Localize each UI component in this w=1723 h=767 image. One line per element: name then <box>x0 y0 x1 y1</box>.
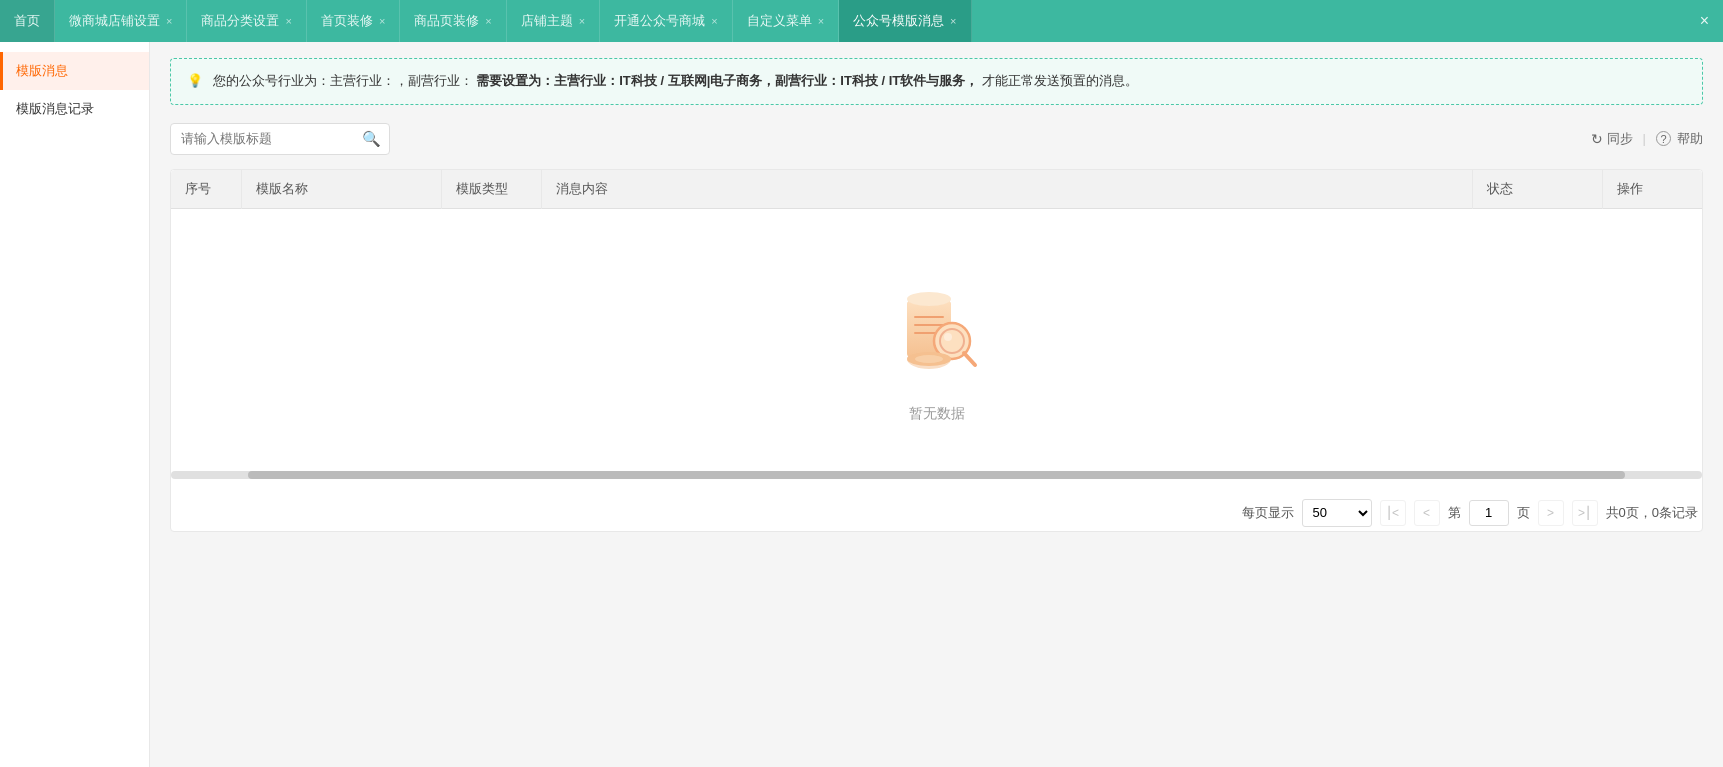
nav-tab-template-msg-label: 公众号模版消息 <box>853 12 944 30</box>
nav-tab-product-decoration-label: 商品页装修 <box>414 12 479 30</box>
empty-text: 暂无数据 <box>909 405 965 423</box>
col-header-type: 模版类型 <box>441 170 541 209</box>
help-button[interactable]: ? 帮助 <box>1656 130 1703 148</box>
page-input[interactable] <box>1469 500 1509 526</box>
toolbar-right: ↻ 同步 | ? 帮助 <box>1591 130 1703 148</box>
notice-highlight: 需要设置为：主营行业：IT科技 / 互联网|电子商务，副营行业：IT科技 / I… <box>476 73 978 88</box>
next-page-button[interactable]: > <box>1538 500 1564 526</box>
table-body: 暂无数据 <box>171 208 1702 463</box>
nav-tab-open-mall-label: 开通公众号商城 <box>614 12 705 30</box>
col-header-content: 消息内容 <box>541 170 1472 209</box>
help-icon: ? <box>1656 131 1671 146</box>
nav-tab-category-setting[interactable]: 商品分类设置 × <box>187 0 306 42</box>
page-label: 第 <box>1448 504 1461 522</box>
nav-tab-shop-setting[interactable]: 微商城店铺设置 × <box>55 0 187 42</box>
close-template-msg-icon[interactable]: × <box>950 15 956 27</box>
sidebar-item-template-msg[interactable]: 模版消息 <box>0 52 149 90</box>
main-layout: 模版消息 模版消息记录 💡 您的公众号行业为：主营行业：，副营行业： 需要设置为… <box>0 42 1723 767</box>
content-area: 💡 您的公众号行业为：主营行业：，副营行业： 需要设置为：主营行业：IT科技 /… <box>150 42 1723 767</box>
nav-tab-custom-menu-label: 自定义菜单 <box>747 12 812 30</box>
pagination: 每页显示 50 20 100 ⎮< < 第 页 > >⎮ 共0页，0条记录 <box>171 487 1702 531</box>
notice-box: 💡 您的公众号行业为：主营行业：，副营行业： 需要设置为：主营行业：IT科技 /… <box>170 58 1703 105</box>
search-icon: 🔍 <box>362 130 381 147</box>
nav-tab-shop-theme-label: 店铺主题 <box>521 12 573 30</box>
svg-point-10 <box>944 333 952 341</box>
close-all-button[interactable]: × <box>1686 12 1723 30</box>
toolbar-divider: | <box>1643 131 1646 146</box>
sidebar-item-template-msg-label: 模版消息 <box>16 63 68 78</box>
total-label: 共0页，0条记录 <box>1606 504 1698 522</box>
nav-tab-product-decoration[interactable]: 商品页装修 × <box>400 0 506 42</box>
svg-point-3 <box>907 292 951 306</box>
close-open-mall-icon[interactable]: × <box>711 15 717 27</box>
nav-tab-home[interactable]: 首页 <box>0 0 55 42</box>
per-page-select[interactable]: 50 20 100 <box>1302 499 1372 527</box>
sync-icon: ↻ <box>1591 131 1603 147</box>
col-header-action: 操作 <box>1602 170 1702 209</box>
data-table: 序号 模版名称 模版类型 消息内容 状态 <box>171 170 1702 463</box>
first-page-button[interactable]: ⎮< <box>1380 500 1406 526</box>
sidebar: 模版消息 模版消息记录 <box>0 42 150 767</box>
notice-bulb-icon: 💡 <box>187 73 203 88</box>
close-product-decoration-icon[interactable]: × <box>485 15 491 27</box>
nav-tab-category-setting-label: 商品分类设置 <box>201 12 279 30</box>
per-page-label: 每页显示 <box>1242 504 1294 522</box>
nav-tab-custom-menu[interactable]: 自定义菜单 × <box>733 0 839 42</box>
sync-label: 同步 <box>1607 130 1633 148</box>
notice-prefix: 您的公众号行业为：主营行业：，副营行业： <box>213 73 473 88</box>
close-shop-setting-icon[interactable]: × <box>166 15 172 27</box>
sidebar-item-template-msg-record-label: 模版消息记录 <box>16 101 94 116</box>
nav-tab-open-mall[interactable]: 开通公众号商城 × <box>600 0 732 42</box>
col-header-index: 序号 <box>171 170 241 209</box>
nav-tab-shop-setting-label: 微商城店铺设置 <box>69 12 160 30</box>
horizontal-scrollbar[interactable] <box>171 471 1702 479</box>
close-home-decoration-icon[interactable]: × <box>379 15 385 27</box>
sync-button[interactable]: ↻ 同步 <box>1591 130 1633 148</box>
nav-tab-home-decoration-label: 首页装修 <box>321 12 373 30</box>
col-header-status: 状态 <box>1472 170 1602 209</box>
table-wrapper: 序号 模版名称 模版类型 消息内容 状态 <box>170 169 1703 532</box>
empty-illustration <box>877 269 997 389</box>
nav-tab-home-decoration[interactable]: 首页装修 × <box>307 0 400 42</box>
help-label: 帮助 <box>1677 130 1703 148</box>
prev-page-button[interactable]: < <box>1414 500 1440 526</box>
svg-line-9 <box>964 353 975 365</box>
col-header-name: 模版名称 <box>241 170 441 209</box>
close-custom-menu-icon[interactable]: × <box>818 15 824 27</box>
search-bar: 🔍 ↻ 同步 | ? 帮助 <box>170 123 1703 155</box>
close-category-setting-icon[interactable]: × <box>285 15 291 27</box>
scrollbar-thumb[interactable] <box>248 471 1626 479</box>
svg-point-12 <box>915 355 943 363</box>
search-button[interactable]: 🔍 <box>362 130 381 148</box>
nav-tab-shop-theme[interactable]: 店铺主题 × <box>507 0 600 42</box>
sidebar-item-template-msg-record[interactable]: 模版消息记录 <box>0 90 149 128</box>
table-header: 序号 模版名称 模版类型 消息内容 状态 <box>171 170 1702 209</box>
empty-state: 暂无数据 <box>171 209 1702 463</box>
top-nav: 首页 微商城店铺设置 × 商品分类设置 × 首页装修 × 商品页装修 × 店铺主… <box>0 0 1723 42</box>
nav-tab-home-label: 首页 <box>14 12 40 30</box>
search-input[interactable] <box>170 123 390 155</box>
nav-tab-template-msg[interactable]: 公众号模版消息 × <box>839 0 971 42</box>
close-shop-theme-icon[interactable]: × <box>579 15 585 27</box>
notice-suffix: 才能正常发送预置的消息。 <box>982 73 1138 88</box>
page-unit: 页 <box>1517 504 1530 522</box>
last-page-button[interactable]: >⎮ <box>1572 500 1598 526</box>
